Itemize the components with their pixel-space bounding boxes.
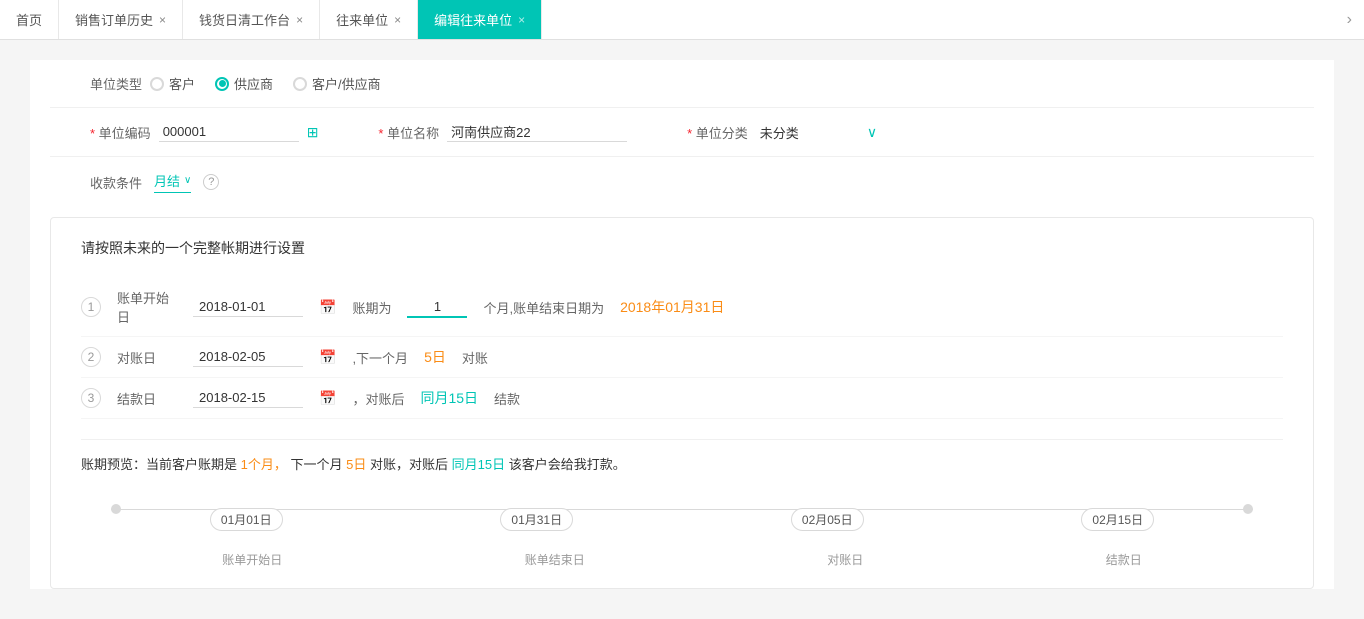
period-row-1: 1 账单开始日 2018-01-01 📅 账期为 个月,账单结束日期为 2018… [81, 278, 1283, 337]
tab-sales-order-history-label: 销售订单历史 [75, 10, 153, 29]
preview-highlight1: 1个月， [241, 457, 287, 472]
tab-sales-order-history[interactable]: 销售订单历史 × [59, 0, 183, 39]
tab-edit-partner-unit-label: 编辑往来单位 [434, 10, 512, 29]
calendar-icon-3[interactable]: 📅 [319, 390, 336, 407]
radio-supplier-circle [215, 77, 229, 91]
radio-customer[interactable]: 客户 [150, 74, 195, 93]
unit-type-group: 单位类型 客户 供应商 客户/供应商 [90, 74, 381, 93]
period-label-1: 账单开始日 [117, 288, 177, 326]
period-date-1: 2018-01-01 [193, 297, 303, 317]
unit-code-label: 单位编码 [90, 123, 151, 142]
unit-name-group: 单位名称 [378, 122, 627, 142]
period-num-1: 1 [81, 297, 101, 317]
period-date-3: 2018-02-15 [193, 388, 303, 408]
unit-name-label: 单位名称 [378, 123, 439, 142]
preview-prefix: 账期预览：当前客户账期是 [81, 457, 237, 472]
timeline-label-2: 账单结束日 [525, 551, 585, 568]
calendar-icon-2[interactable]: 📅 [319, 349, 336, 366]
preview-text: 账期预览：当前客户账期是 1个月， 下一个月 5日 对账，对账后 同月15日 该… [81, 443, 626, 486]
timeline-point-3: 02月05日 [791, 508, 864, 531]
unit-type-row: 单位类型 客户 供应商 客户/供应商 [30, 60, 1334, 107]
tab-cash-work-close[interactable]: × [296, 14, 303, 26]
help-icon[interactable]: ? [203, 174, 219, 190]
period-row-2: 2 对账日 2018-02-05 📅 ,下一个月 5日 对账 [81, 337, 1283, 378]
payment-condition-select[interactable]: 月结 ∨ [154, 171, 191, 193]
period-row-3: 3 结款日 2018-02-15 📅 ，对账后 同月15日 结款 [81, 378, 1283, 419]
period-desc-3a: ，对账后 [352, 389, 404, 408]
unit-code-input[interactable] [159, 122, 299, 142]
period-label-3: 结款日 [117, 389, 177, 408]
unit-category-label: 单位分类 [687, 123, 748, 142]
period-reconcile-day: 5日 [424, 347, 446, 367]
period-num-2: 2 [81, 347, 101, 367]
period-num-3: 3 [81, 388, 101, 408]
period-desc-3b: 结款 [494, 389, 520, 408]
radio-customer-supplier-label: 客户/供应商 [312, 74, 381, 93]
radio-customer-circle [150, 77, 164, 91]
timeline-point-4: 02月15日 [1081, 508, 1154, 531]
unit-category-dropdown-icon[interactable]: ∨ [867, 124, 877, 141]
period-card: 请按照未来的一个完整帐期进行设置 1 账单开始日 2018-01-01 📅 账期… [50, 217, 1314, 589]
timeline-label-4: 结款日 [1106, 551, 1142, 568]
tab-bar: 首页 销售订单历史 × 钱货日清工作台 × 往来单位 × 编辑往来单位 × › [0, 0, 1364, 40]
tab-edit-partner-unit-close[interactable]: × [518, 14, 525, 26]
tab-edit-partner-unit[interactable]: 编辑往来单位 × [418, 0, 542, 39]
period-end-date: 2018年01月31日 [620, 297, 724, 317]
card-title: 请按照未来的一个完整帐期进行设置 [81, 238, 1283, 258]
tab-partner-unit[interactable]: 往来单位 × [320, 0, 418, 39]
unit-name-input[interactable] [447, 122, 627, 142]
form-section: 单位类型 客户 供应商 客户/供应商 [30, 60, 1334, 589]
timeline-badge-1: 01月01日 [210, 508, 283, 531]
period-date-2: 2018-02-05 [193, 347, 303, 367]
unit-category-value: 未分类 [760, 123, 799, 142]
radio-customer-label: 客户 [169, 74, 195, 93]
period-desc-1a: 账期为 [352, 298, 391, 317]
main-content: 单位类型 客户 供应商 客户/供应商 [0, 40, 1364, 619]
timeline-labels: 账单开始日 账单结束日 对账日 结款日 [101, 551, 1263, 568]
unit-category-group: 单位分类 未分类 ∨ [687, 123, 877, 142]
period-payment-day: 同月15日 [420, 388, 478, 408]
period-label-2: 对账日 [117, 348, 177, 367]
tab-home[interactable]: 首页 [0, 0, 59, 39]
radio-supplier[interactable]: 供应商 [215, 74, 273, 93]
timeline-label-3: 对账日 [827, 551, 863, 568]
tab-cash-work-label: 钱货日清工作台 [199, 10, 290, 29]
unit-info-row: 单位编码 ⊞ 单位名称 单位分类 未分类 ∨ [30, 108, 1334, 156]
timeline-label-1: 账单开始日 [222, 551, 282, 568]
tab-sales-order-history-close[interactable]: × [159, 14, 166, 26]
preview-suffix: 该客户会给我打款。 [509, 457, 626, 472]
payment-condition-row: 收款条件 月结 ∨ ? [30, 157, 1334, 207]
timeline-point-1: 01月01日 [210, 508, 283, 531]
timeline-badge-2: 01月31日 [500, 508, 573, 531]
preview-mid2: 对账，对账后 [370, 457, 448, 472]
unit-code-group: 单位编码 ⊞ [90, 122, 318, 142]
tab-home-label: 首页 [16, 10, 42, 29]
period-desc-2a: ,下一个月 [352, 348, 408, 367]
tab-partner-unit-close[interactable]: × [394, 14, 401, 26]
tab-cash-work[interactable]: 钱货日清工作台 × [183, 0, 320, 39]
unit-type-label: 单位类型 [90, 74, 142, 93]
timeline-point-2: 01月31日 [500, 508, 573, 531]
unit-type-radio-group: 客户 供应商 客户/供应商 [150, 74, 381, 93]
tab-more-button[interactable]: › [1335, 0, 1364, 39]
preview-highlight3: 同月15日 [452, 457, 505, 472]
calendar-icon-1[interactable]: 📅 [319, 299, 336, 316]
copy-icon[interactable]: ⊞ [307, 124, 319, 141]
payment-condition-arrow: ∨ [184, 175, 191, 186]
period-desc-1b: 个月,账单结束日期为 [483, 298, 604, 317]
period-desc-2b: 对账 [462, 348, 488, 367]
radio-supplier-label: 供应商 [234, 74, 273, 93]
tab-partner-unit-label: 往来单位 [336, 10, 388, 29]
radio-customer-supplier-circle [293, 77, 307, 91]
period-months-input[interactable] [407, 297, 467, 318]
preview-mid: 下一个月 [291, 457, 343, 472]
preview-highlight2: 5日 [346, 457, 366, 472]
radio-customer-supplier[interactable]: 客户/供应商 [293, 74, 381, 93]
timeline-badge-4: 02月15日 [1081, 508, 1154, 531]
payment-condition-value: 月结 [154, 171, 180, 190]
payment-condition-label: 收款条件 [90, 173, 142, 192]
timeline-badge-3: 02月05日 [791, 508, 864, 531]
